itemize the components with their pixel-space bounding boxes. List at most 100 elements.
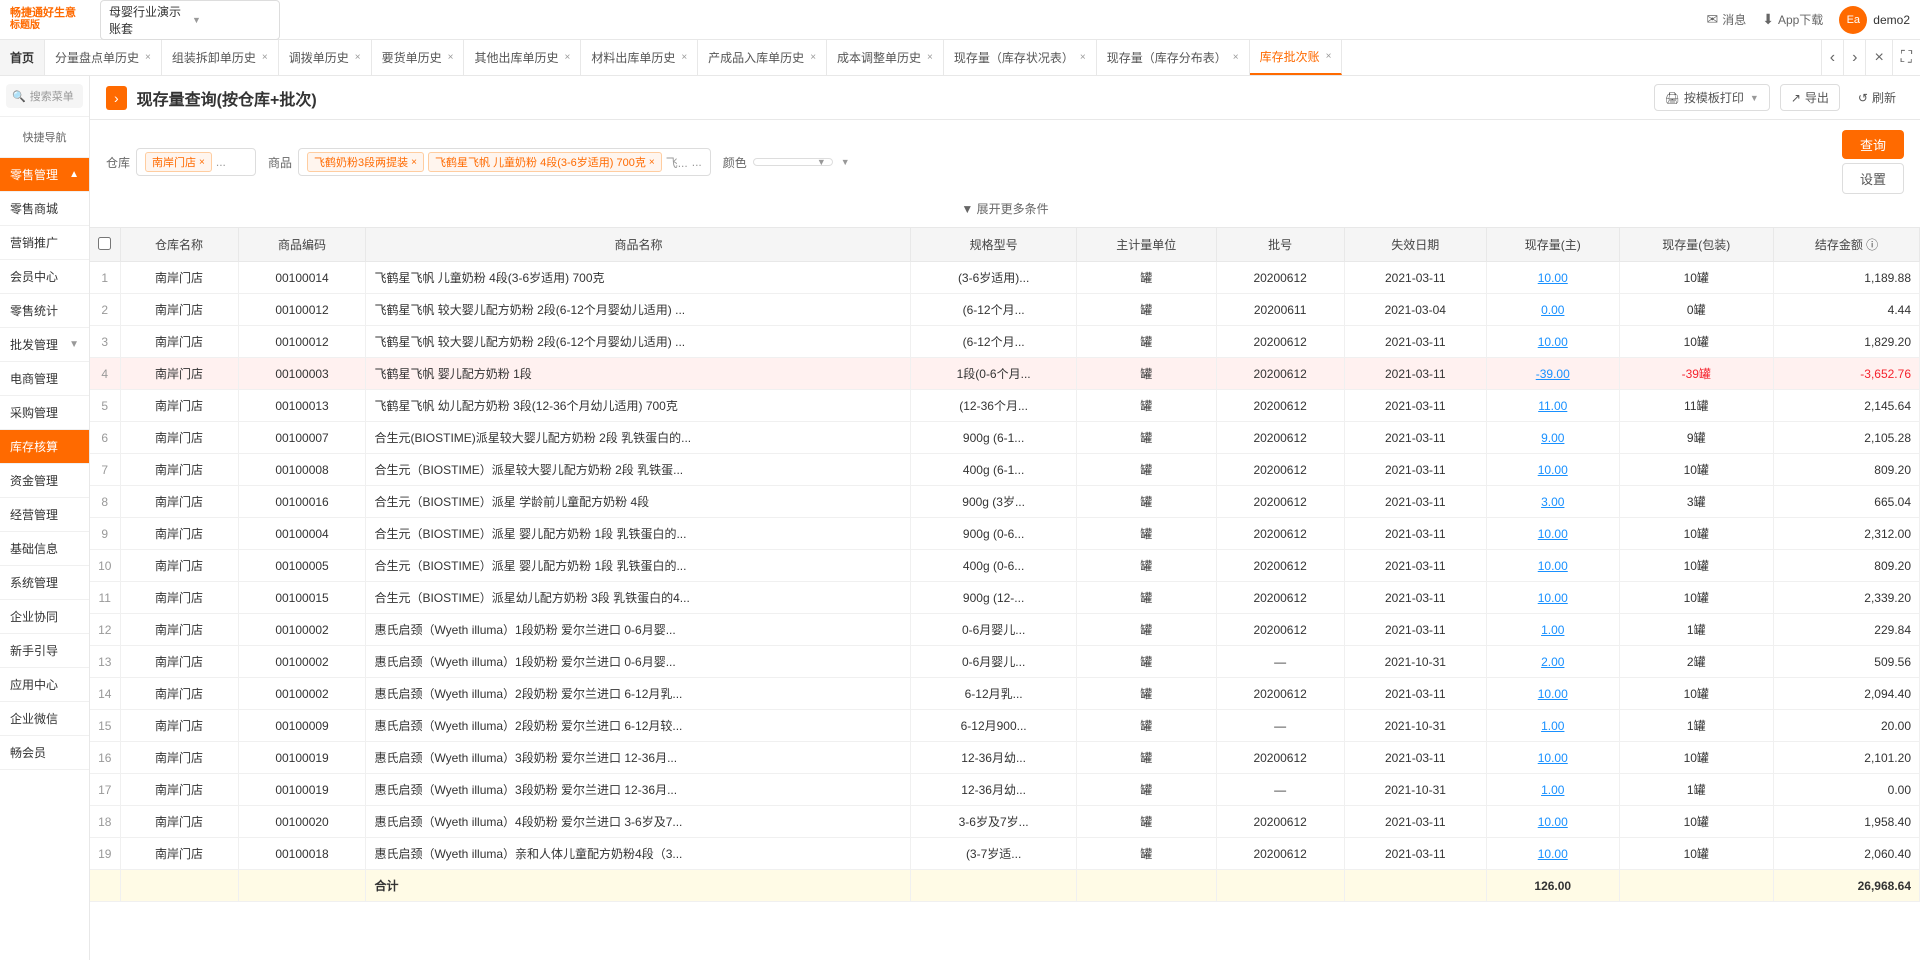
- sidebar: 🔍 搜索菜单 快捷导航 零售管理 ▲ 零售商城 营销推广 会员中心: [0, 76, 90, 960]
- total-row: 合计 126.00 26,968.64: [90, 870, 1920, 902]
- cell-qty-main: 1.00: [1486, 614, 1619, 646]
- tab-kucun-active[interactable]: 库存批次账 ×: [1250, 40, 1343, 75]
- export-btn[interactable]: ↗ 导出: [1780, 84, 1840, 111]
- sidebar-item-marketing[interactable]: 营销推广: [0, 226, 89, 259]
- sidebar-item-ecom[interactable]: 电商管理: [0, 362, 89, 395]
- color-dropdown[interactable]: [753, 158, 833, 166]
- cell-spec: 900g (3岁...: [911, 486, 1076, 518]
- sidebar-item-basic[interactable]: 基础信息: [0, 532, 89, 565]
- app-download-btn[interactable]: ⬇ App下载: [1762, 11, 1823, 28]
- tab-qita[interactable]: 其他出库单历史 ×: [464, 40, 581, 75]
- cell-name: 飞鹤星飞帆 幼儿配方奶粉 3段(12-36个月幼儿适用) 700克: [366, 390, 911, 422]
- search-menu-box[interactable]: 🔍 搜索菜单: [6, 84, 83, 108]
- sidebar-item-member[interactable]: 会员中心: [0, 260, 89, 293]
- sidebar-item-changhui[interactable]: 畅会员: [0, 736, 89, 769]
- sidebar-item-finance[interactable]: 资金管理: [0, 464, 89, 497]
- cell-no: 8: [90, 486, 120, 518]
- tab-scroll-left[interactable]: ‹: [1821, 40, 1843, 76]
- cell-expire: 2021-03-11: [1344, 390, 1486, 422]
- sidebar-item-system[interactable]: 系统管理: [0, 566, 89, 599]
- tab-cailiao[interactable]: 材料出库单历史 ×: [581, 40, 698, 75]
- tab-close-1[interactable]: ×: [145, 52, 151, 63]
- tab-close-8[interactable]: ×: [927, 52, 933, 63]
- cell-warehouse: 南岸门店: [120, 710, 238, 742]
- cell-unit: 罐: [1076, 518, 1216, 550]
- sidebar-item-retail-mgmt[interactable]: 零售管理 ▲: [0, 158, 89, 191]
- cell-warehouse: 南岸门店: [120, 294, 238, 326]
- cell-qty-main: 0.00: [1486, 294, 1619, 326]
- product-tag-container[interactable]: 飞鹤奶粉3段两提装 × 飞鹤星飞帆 儿童奶粉 4段(3-6岁适用) 700克 ×…: [298, 148, 711, 176]
- warehouse-tag-container[interactable]: 南岸门店 × ...: [136, 148, 256, 176]
- tab-xiancun1[interactable]: 现存量（库存状况表） ×: [944, 40, 1097, 75]
- tab-close-6[interactable]: ×: [681, 52, 687, 63]
- cell-name: 惠氏启颈（Wyeth illuma）4段奶粉 爱尔兰进口 3-6岁及7...: [366, 806, 911, 838]
- tab-xiancun2[interactable]: 现存量（库存分布表） ×: [1097, 40, 1250, 75]
- cell-batch: 20200612: [1216, 806, 1344, 838]
- tab-close-11[interactable]: ×: [1326, 51, 1332, 62]
- tab-close-10[interactable]: ×: [1233, 52, 1239, 63]
- cell-expire: 2021-03-11: [1344, 550, 1486, 582]
- tab-zuhe[interactable]: 组装拆卸单历史 ×: [162, 40, 279, 75]
- tab-fenpan[interactable]: 分量盘点单历史 ×: [45, 40, 162, 75]
- cell-code: 00100019: [238, 742, 366, 774]
- tab-close-2[interactable]: ×: [262, 52, 268, 63]
- tab-fullscreen[interactable]: ⛶: [1892, 40, 1920, 76]
- warehouse-tag-close[interactable]: ×: [199, 157, 205, 168]
- tab-close-9[interactable]: ×: [1080, 52, 1086, 63]
- sidebar-item-retail-stats[interactable]: 零售统计: [0, 294, 89, 327]
- tab-close-5[interactable]: ×: [564, 52, 570, 63]
- sidebar-item-appcenter[interactable]: 应用中心: [0, 668, 89, 701]
- product-tag-2-close[interactable]: ×: [649, 157, 655, 168]
- total-empty-7: [1344, 870, 1486, 902]
- product-tag-1-close[interactable]: ×: [411, 157, 417, 168]
- cell-qty-main: 10.00: [1486, 806, 1619, 838]
- sidebar-item-retail-shop[interactable]: 零售商城: [0, 192, 89, 225]
- cell-unit: 罐: [1076, 550, 1216, 582]
- sidebar-item-purchase[interactable]: 采购管理: [0, 396, 89, 429]
- cell-qty-pkg: 10罐: [1619, 838, 1773, 870]
- table-row: 16 南岸门店 00100019 惠氏启颈（Wyeth illuma）3段奶粉 …: [90, 742, 1920, 774]
- user-area[interactable]: Ea demo2: [1839, 6, 1910, 34]
- tab-chanpin[interactable]: 产成品入库单历史 ×: [698, 40, 827, 75]
- tab-close-3[interactable]: ×: [355, 52, 361, 63]
- tab-home[interactable]: 首页: [0, 40, 45, 75]
- cell-batch: 20200612: [1216, 838, 1344, 870]
- query-btn[interactable]: 查询: [1842, 130, 1904, 159]
- expand-btn[interactable]: ▼ 展开更多条件: [961, 202, 1048, 216]
- tab-close-7[interactable]: ×: [810, 52, 816, 63]
- sidebar-item-collab[interactable]: 企业协同: [0, 600, 89, 633]
- company-selector[interactable]: 母婴行业演示账套 ▼: [100, 0, 280, 40]
- warehouse-filter: 仓库 南岸门店 × ...: [106, 148, 256, 176]
- sidebar-item-wechat[interactable]: 企业微信: [0, 702, 89, 735]
- print-btn[interactable]: 🖨 按模板打印 ▼: [1654, 84, 1770, 111]
- cell-no: 19: [90, 838, 120, 870]
- cell-batch: 20200612: [1216, 454, 1344, 486]
- cell-expire: 2021-03-11: [1344, 326, 1486, 358]
- cell-qty-pkg: 10罐: [1619, 678, 1773, 710]
- sidebar-section-system: 系统管理: [0, 566, 89, 600]
- sidebar-item-guide[interactable]: 新手引导: [0, 634, 89, 667]
- tab-close-current[interactable]: ×: [1865, 40, 1891, 76]
- tab-scroll-right[interactable]: ›: [1843, 40, 1865, 76]
- tab-close-4[interactable]: ×: [448, 52, 454, 63]
- quick-nav-btn[interactable]: 快捷导航: [0, 123, 89, 151]
- cell-no: 1: [90, 262, 120, 294]
- setting-btn[interactable]: 设置: [1842, 163, 1904, 194]
- sidebar-item-ops[interactable]: 经营管理: [0, 498, 89, 531]
- cell-batch: 20200612: [1216, 262, 1344, 294]
- page-header: › 现存量查询(按仓库+批次) 🖨 按模板打印 ▼ ↗ 导出 ↺ 刷新: [90, 76, 1920, 120]
- sidebar-item-wholesale[interactable]: 批发管理 ▼: [0, 328, 89, 361]
- cell-spec: 400g (6-1...: [911, 454, 1076, 486]
- tab-chengben[interactable]: 成本调整单历史 ×: [827, 40, 944, 75]
- refresh-btn[interactable]: ↺ 刷新: [1850, 85, 1904, 110]
- message-btn[interactable]: ✉ 消息: [1706, 11, 1746, 28]
- sidebar-item-inventory[interactable]: 库存核算: [0, 430, 89, 463]
- select-all-checkbox[interactable]: [98, 237, 111, 250]
- tab-diaob[interactable]: 调拨单历史 ×: [279, 40, 372, 75]
- table-row: 7 南岸门店 00100008 合生元（BIOSTIME）派星较大婴儿配方奶粉 …: [90, 454, 1920, 486]
- sidebar-expand-btn[interactable]: ›: [106, 86, 127, 110]
- color-filter-dropdown-icon[interactable]: ▼: [841, 157, 850, 167]
- top-bar: 畅捷通好生意 标题版 母婴行业演示账套 ▼ ✉ 消息 ⬇ App下载 Ea de…: [0, 0, 1920, 40]
- tab-yaoh[interactable]: 要货单历史 ×: [372, 40, 465, 75]
- product-filter: 商品 飞鹤奶粉3段两提装 × 飞鹤星飞帆 儿童奶粉 4段(3-6岁适用) 700…: [268, 148, 711, 176]
